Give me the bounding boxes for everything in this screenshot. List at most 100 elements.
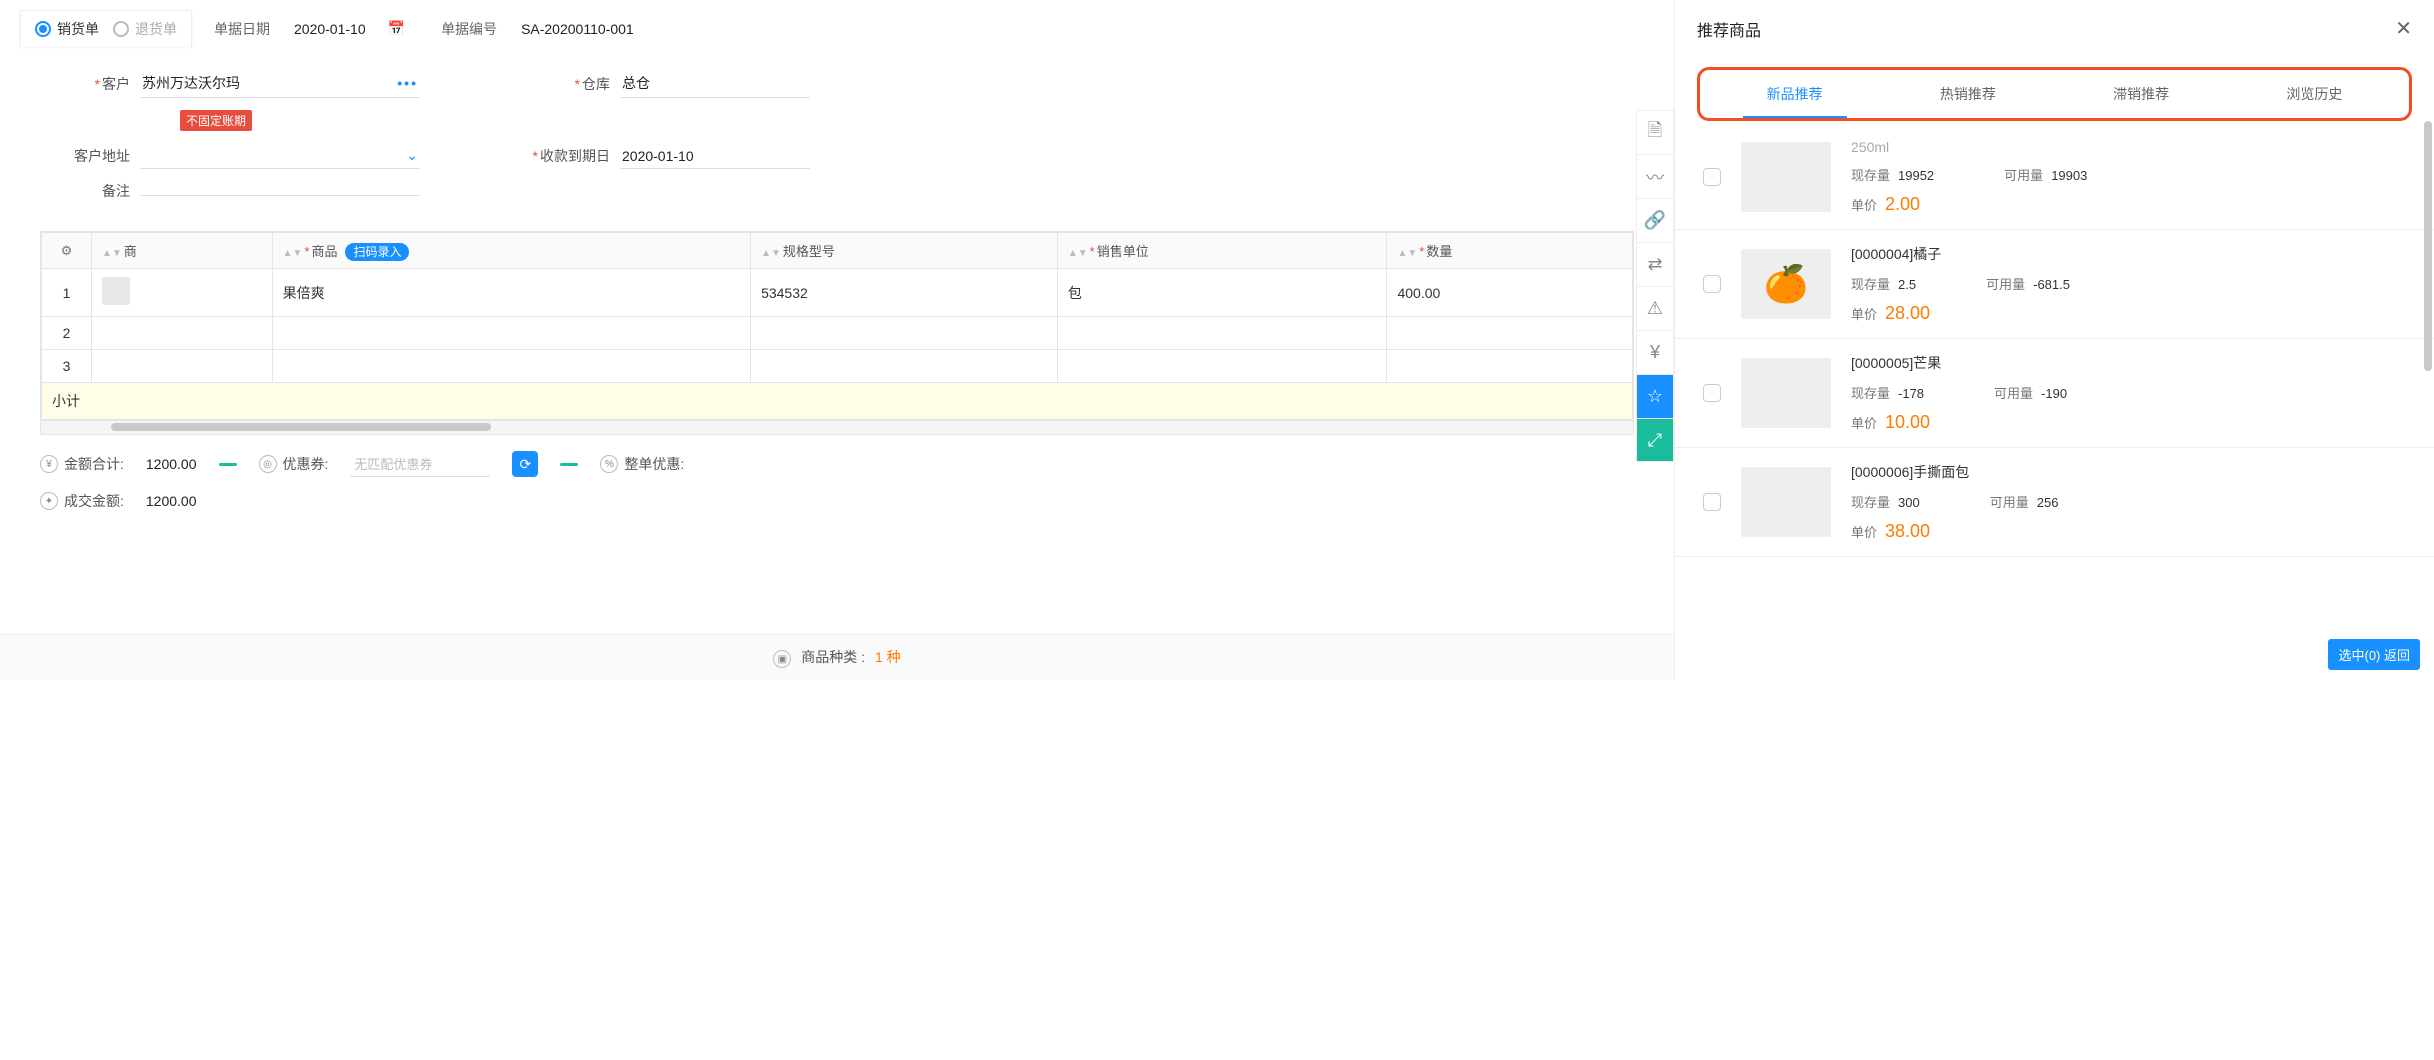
kinds-label: 商品种类 : [801, 649, 865, 665]
bottom-summary: ▣ 商品种类 : 1 种 [0, 634, 1674, 681]
avail-label: 可用量 [1990, 495, 2029, 510]
selected-return-button[interactable]: 选中(0) 返回 [2328, 639, 2420, 670]
table-row[interactable]: 2 [42, 317, 1633, 350]
items-table: ⚙ ▲▼商 ▲▼*商品扫码录入 ▲▼规格型号 ▲▼*销售单位 ▲▼*数量 1果倍… [40, 231, 1634, 421]
price-label: 单价 [1851, 307, 1877, 322]
product-row[interactable]: [0000006]手撕面包 现存量300 可用量256 单价38.00 [1675, 448, 2434, 557]
close-icon[interactable]: ✕ [2395, 16, 2412, 41]
no-label: 单据编号 [441, 19, 497, 39]
document-icon[interactable]: 🗎 [1636, 110, 1674, 154]
checkbox[interactable] [1703, 384, 1721, 402]
calendar-icon[interactable]: 📅 [388, 20, 405, 37]
price-value: 38.00 [1885, 521, 1930, 541]
recommend-tab[interactable]: 新品推荐 [1708, 74, 1881, 114]
warehouse-value: 总仓 [622, 73, 650, 93]
radio-return[interactable]: 退货单 [113, 19, 177, 39]
recommend-tab[interactable]: 浏览历史 [2228, 74, 2401, 114]
col-img[interactable]: ▲▼商 [92, 233, 273, 269]
avail-label: 可用量 [1986, 277, 2025, 292]
checkbox[interactable] [1703, 168, 1721, 186]
warehouse-field[interactable]: 总仓 [620, 69, 810, 98]
dash-icon [560, 463, 578, 466]
more-icon[interactable]: ••• [397, 75, 418, 91]
stock-value: 19952 [1898, 168, 1934, 183]
stock-label: 现存量 [1851, 386, 1890, 401]
refresh-button[interactable]: ⟳ [512, 451, 538, 477]
product-row[interactable]: [0000005]芒果 现存量-178 可用量-190 单价10.00 [1675, 339, 2434, 448]
subtotal-label: 小计 [42, 383, 1633, 420]
yen-icon: ¥ [40, 455, 58, 473]
col-unit[interactable]: ▲▼*销售单位 [1057, 233, 1387, 269]
remark-field[interactable] [140, 187, 420, 196]
panel-title: 推荐商品 [1697, 17, 1761, 41]
product-name: [0000004]橘子 [1851, 244, 2406, 264]
customer-field[interactable]: 苏州万达沃尔玛 ••• [140, 69, 420, 98]
recommend-tab[interactable]: 滞销推荐 [2055, 74, 2228, 114]
doc-type-tabs[interactable]: 销货单 退货单 [20, 10, 192, 47]
duedate-value: 2020-01-10 [622, 148, 694, 164]
highlighted-tabs-box: 新品推荐热销推荐滞销推荐浏览历史 [1697, 67, 2412, 121]
link-icon[interactable]: 🔗 [1636, 198, 1674, 242]
radio-sale[interactable]: 销货单 [35, 19, 99, 39]
star-icon[interactable]: ☆ [1636, 374, 1674, 418]
avail-label: 可用量 [1994, 386, 2033, 401]
radio-sale-label: 销货单 [57, 19, 99, 39]
price-label: 单价 [1851, 198, 1877, 213]
expand-icon[interactable]: ⤢ [1636, 418, 1674, 462]
product-image: 🍊 [1741, 249, 1831, 319]
col-name[interactable]: ▲▼*商品扫码录入 [272, 233, 751, 269]
hand-icon: ✦ [40, 492, 58, 510]
recommend-tab[interactable]: 热销推荐 [1881, 74, 2054, 114]
radio-icon [113, 21, 129, 37]
fixed-period-tag: 不固定账期 [180, 110, 252, 131]
final-label: 成交金额: [64, 491, 124, 511]
price-value: 28.00 [1885, 303, 1930, 323]
stock-label: 现存量 [1851, 277, 1890, 292]
product-image [1741, 142, 1831, 212]
table-row[interactable]: 1果倍爽534532包400.00 [42, 269, 1633, 317]
customer-value: 苏州万达沃尔玛 [142, 73, 240, 93]
stock-value: 300 [1898, 495, 1920, 510]
final-value: 1200.00 [146, 493, 197, 509]
coupon-input[interactable]: 无匹配优惠券 [350, 451, 490, 477]
date-label: 单据日期 [214, 19, 270, 39]
vertical-scrollbar[interactable] [2424, 121, 2432, 371]
col-spec[interactable]: ▲▼规格型号 [751, 233, 1058, 269]
chart-icon[interactable]: 〰 [1636, 154, 1674, 198]
avail-value: -681.5 [2033, 277, 2070, 292]
coupon-label: 优惠券: [283, 454, 329, 474]
avail-value: -190 [2041, 386, 2067, 401]
yen-icon[interactable]: ¥ [1636, 330, 1674, 374]
duedate-label: 收款到期日 [540, 148, 610, 164]
remark-label: 备注 [40, 181, 130, 201]
checkbox[interactable] [1703, 275, 1721, 293]
product-row[interactable]: 🍊 [0000004]橘子 现存量2.5 可用量-681.5 单价28.00 [1675, 230, 2434, 339]
warehouse-label: 仓库 [582, 76, 610, 92]
product-row[interactable]: 250ml 现存量19952 可用量19903 单价2.00 [1675, 125, 2434, 230]
table-row[interactable]: 3 [42, 350, 1633, 383]
date-value[interactable]: 2020-01-10 [294, 21, 366, 37]
horizontal-scrollbar[interactable] [40, 421, 1634, 435]
scan-button[interactable]: 扫码录入 [345, 243, 409, 261]
chevron-down-icon[interactable]: ⌄ [406, 147, 418, 164]
exchange-icon[interactable]: ⇄ [1636, 242, 1674, 286]
product-name: [0000005]芒果 [1851, 353, 2406, 373]
price-label: 单价 [1851, 525, 1877, 540]
duedate-field[interactable]: 2020-01-10 [620, 144, 810, 169]
col-gear[interactable]: ⚙ [42, 233, 92, 269]
checkbox[interactable] [1703, 493, 1721, 511]
product-name: 250ml [1851, 139, 2406, 155]
warn-icon[interactable]: ⚠ [1636, 286, 1674, 330]
dash-icon [219, 463, 237, 466]
stock-value: -178 [1898, 386, 1924, 401]
avail-value: 19903 [2051, 168, 2087, 183]
address-field[interactable]: ⌄ [140, 143, 420, 169]
avail-value: 256 [2037, 495, 2059, 510]
stock-label: 现存量 [1851, 168, 1890, 183]
radio-icon [35, 21, 51, 37]
product-image [1741, 358, 1831, 428]
ticket-icon: ◎ [259, 455, 277, 473]
col-qty[interactable]: ▲▼*数量 [1387, 233, 1633, 269]
amount-label: 金额合计: [64, 454, 124, 474]
price-value: 10.00 [1885, 412, 1930, 432]
